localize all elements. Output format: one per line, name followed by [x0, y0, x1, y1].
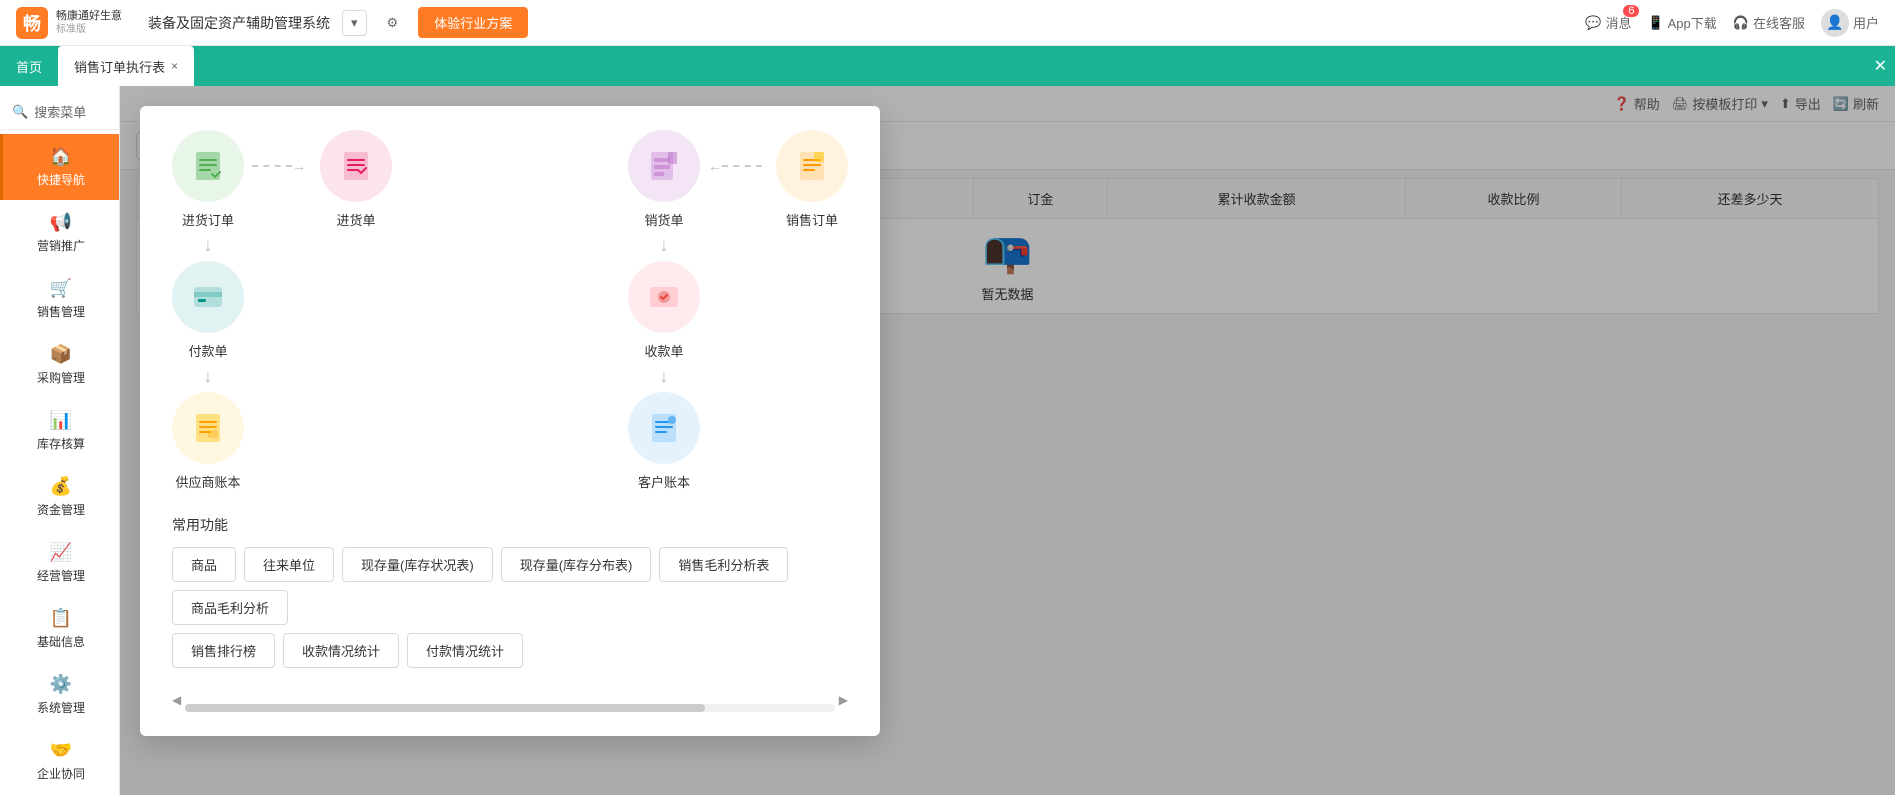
- sidebar-item-purchase[interactable]: 📦 采购管理: [0, 332, 119, 398]
- enterprise-icon: 🤝: [50, 740, 72, 761]
- user-profile[interactable]: 👤 用户: [1821, 9, 1879, 37]
- message-icon: 💬: [1585, 15, 1601, 31]
- tab-bar-close-icon[interactable]: ✕: [1874, 56, 1887, 76]
- func-btn-stock-status[interactable]: 现存量(库存状况表): [342, 547, 493, 582]
- func-btn-stock-dist[interactable]: 现存量(库存分布表): [501, 547, 652, 582]
- sidebar: 🔍 搜索菜单 🏠 快捷导航 📢 营销推广 🛒 销售管理 📦 采购管理 📊 库存核…: [0, 86, 120, 795]
- supplier-account-node[interactable]: 供应商账本: [172, 392, 244, 491]
- sales-order-icon: [776, 130, 848, 202]
- home-icon: 🏠: [50, 146, 72, 167]
- func-btn-sales-rank[interactable]: 销售排行榜: [172, 633, 275, 668]
- basic-icon: 📋: [50, 608, 72, 629]
- logo-text: 畅康通好生意 标准版: [56, 9, 122, 36]
- common-functions: 常用功能 商品 往来单位 现存量(库存状况表) 现存量(库存分布表) 销售毛利分…: [172, 515, 848, 668]
- tab-home[interactable]: 首页: [0, 46, 58, 86]
- sales-order-node[interactable]: 销售订单: [776, 130, 848, 229]
- page-area: ❓ 帮助 🖨 按模板打印 ▾ ⬆ 导出 🔄 刷新 yyyy-mm-dd 📅: [120, 86, 1895, 795]
- purchase-order-icon: [172, 130, 244, 202]
- flow-modal: 进货订单 ↓: [140, 106, 880, 736]
- sales-bill-icon: [628, 130, 700, 202]
- inventory-icon: 📊: [50, 410, 72, 431]
- function-buttons: 商品 往来单位 现存量(库存状况表) 现存量(库存分布表) 销售毛利分析表 商品…: [172, 547, 848, 625]
- func-btn-contacts[interactable]: 往来单位: [244, 547, 334, 582]
- settings-btn[interactable]: ⚙: [379, 11, 407, 35]
- gear-icon: ⚙: [387, 15, 399, 31]
- sidebar-item-operations[interactable]: 📈 经营管理: [0, 530, 119, 596]
- message-badge: 6: [1623, 5, 1639, 17]
- func-btn-product-margin[interactable]: 商品毛利分析: [172, 590, 288, 625]
- sidebar-item-basic[interactable]: 📋 基础信息: [0, 596, 119, 662]
- sidebar-item-sales[interactable]: 🛒 销售管理: [0, 266, 119, 332]
- purchase-order-node[interactable]: 进货订单: [172, 130, 244, 229]
- phone-icon: 📱: [1647, 15, 1663, 31]
- modal-scrollbar[interactable]: [185, 704, 835, 712]
- system-icon: ⚙️: [50, 674, 72, 695]
- customer-account-icon: [628, 392, 700, 464]
- scroll-right-icon[interactable]: ▶: [839, 693, 848, 707]
- receipt-node[interactable]: 收款单: [628, 261, 700, 360]
- logo-icon: 畅: [16, 7, 48, 39]
- finance-icon: 💰: [50, 476, 72, 497]
- modal-overlay: 进货订单 ↓: [120, 86, 1895, 795]
- main-content: 🔍 搜索菜单 🏠 快捷导航 📢 营销推广 🛒 销售管理 📦 采购管理 📊 库存核…: [0, 86, 1895, 795]
- supplier-account-icon: [172, 392, 244, 464]
- func-btn-receipt-stats[interactable]: 收款情况统计: [283, 633, 399, 668]
- customer-account-node[interactable]: 客户账本: [628, 392, 700, 491]
- chevron-down-icon: ▾: [351, 15, 358, 31]
- tab-bar: 首页 销售订单执行表 × ✕: [0, 46, 1895, 86]
- marketing-icon: 📢: [50, 212, 72, 233]
- sidebar-item-inventory[interactable]: 📊 库存核算: [0, 398, 119, 464]
- search-icon: 🔍: [12, 104, 28, 120]
- experience-button[interactable]: 体验行业方案: [418, 7, 528, 38]
- sales-bill-node[interactable]: 销货单: [628, 130, 700, 229]
- common-functions-title: 常用功能: [172, 515, 848, 535]
- sidebar-item-enterprise[interactable]: 🤝 企业协同: [0, 728, 119, 794]
- scroll-left-icon[interactable]: ◀: [172, 693, 181, 707]
- app-download-button[interactable]: 📱 App下载: [1647, 13, 1716, 32]
- tab-close-icon[interactable]: ×: [171, 59, 178, 73]
- func-btn-sales-margin[interactable]: 销售毛利分析表: [659, 547, 788, 582]
- system-dropdown[interactable]: ▾: [342, 10, 367, 36]
- operations-icon: 📈: [50, 542, 72, 563]
- sidebar-item-system[interactable]: ⚙️ 系统管理: [0, 662, 119, 728]
- sidebar-item-quick-nav[interactable]: 🏠 快捷导航: [0, 134, 119, 200]
- logo-area: 畅 畅康通好生意 标准版: [16, 7, 136, 39]
- func-btn-product[interactable]: 商品: [172, 547, 236, 582]
- modal-scrollbar-container: ◀ ▶: [172, 688, 848, 712]
- message-button[interactable]: 💬 消息 6: [1585, 13, 1631, 32]
- purchase-bill-icon: [320, 130, 392, 202]
- tab-sales-execution[interactable]: 销售订单执行表 ×: [58, 46, 194, 86]
- payment-icon: [172, 261, 244, 333]
- avatar: 👤: [1821, 9, 1849, 37]
- sidebar-search[interactable]: 🔍 搜索菜单: [0, 94, 119, 130]
- sidebar-item-marketing[interactable]: 📢 营销推广: [0, 200, 119, 266]
- function-buttons-row2: 销售排行榜 收款情况统计 付款情况统计: [172, 633, 848, 668]
- payment-node[interactable]: 付款单: [172, 261, 244, 360]
- scrollbar-thumb: [185, 704, 705, 712]
- online-service-button[interactable]: 🎧 在线客服: [1733, 13, 1805, 32]
- header-right: 💬 消息 6 📱 App下载 🎧 在线客服 👤 用户: [1585, 9, 1879, 37]
- sales-icon: 🛒: [50, 278, 72, 299]
- top-header: 畅 畅康通好生意 标准版 装备及固定资产辅助管理系统 ▾ ⚙ 体验行业方案 💬 …: [0, 0, 1895, 46]
- func-btn-payment-stats[interactable]: 付款情况统计: [407, 633, 523, 668]
- purchase-icon: 📦: [50, 344, 72, 365]
- purchase-bill-node[interactable]: 进货单: [320, 130, 392, 229]
- headset-icon: 🎧: [1733, 15, 1749, 31]
- sidebar-item-finance[interactable]: 💰 资金管理: [0, 464, 119, 530]
- receipt-icon: [628, 261, 700, 333]
- system-title: 装备及固定资产辅助管理系统: [148, 13, 330, 33]
